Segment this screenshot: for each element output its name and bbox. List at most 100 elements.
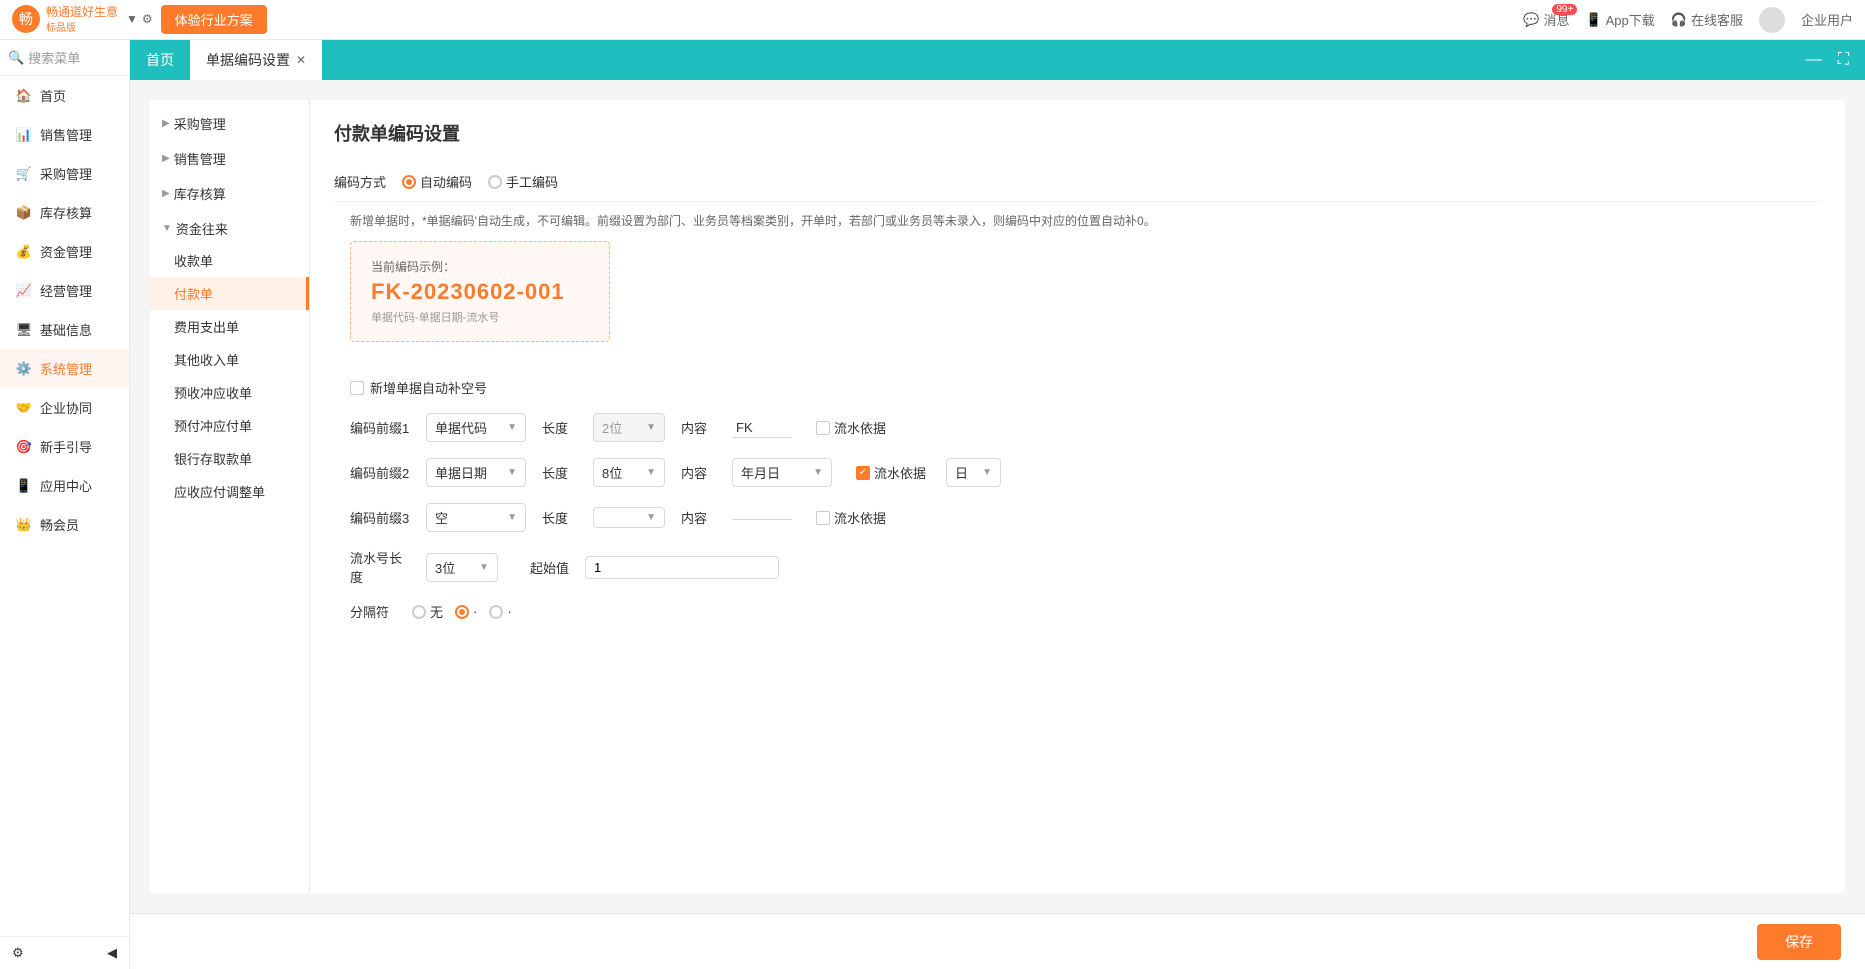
leaf-advance-payable[interactable]: 预付冲应付单	[150, 409, 309, 442]
sidebar-item-newbie[interactable]: 🎯 新手引导	[0, 427, 129, 466]
separator-options: 无 · ·	[412, 602, 512, 621]
tab-code-settings[interactable]: 单据编码设置 ✕	[190, 40, 322, 80]
manual-code-radio-circle	[488, 175, 502, 189]
group-capital-title[interactable]: ▼ 资金往来	[150, 213, 309, 244]
group-sales-title[interactable]: ▶ 销售管理	[150, 143, 309, 174]
collapse-icon[interactable]: ◀	[107, 945, 117, 961]
settings-bottom-icon[interactable]: ⚙	[12, 945, 24, 961]
prefix3-select-value: 空	[435, 508, 448, 527]
trial-button[interactable]: 体验行业方案	[161, 5, 267, 34]
nav-expand-button[interactable]: ⛶	[1834, 51, 1853, 69]
sidebar-item-label-basic: 基础信息	[40, 320, 92, 339]
second-sidebar: ▶ 采购管理 ▶ 销售管理 ▶ 库存核算	[150, 100, 310, 893]
group-purchase: ▶ 采购管理	[150, 108, 309, 139]
leaf-bank-deposit[interactable]: 银行存取款单	[150, 442, 309, 475]
leaf-expense[interactable]: 费用支出单	[150, 310, 309, 343]
sidebar-item-home[interactable]: 🏠 首页	[0, 76, 129, 115]
separator-dash-circle	[489, 605, 503, 619]
gear-icon[interactable]: ⚙	[142, 12, 153, 26]
sales-icon: 📊	[16, 127, 32, 143]
day-select[interactable]: 日 ▼	[946, 458, 1001, 487]
prefix2-length-label: 长度	[542, 463, 577, 482]
prefix3-select[interactable]: 空 ▼	[426, 503, 526, 532]
prefix1-serial-checkbox[interactable]: 流水依据	[816, 418, 886, 437]
sidebar-item-label-inventory: 库存核算	[40, 203, 92, 222]
right-area: 首页 单据编码设置 ✕ — ⛶ ▶ 采购管理	[130, 40, 1865, 969]
online-service-item[interactable]: 🎧 在线客服	[1671, 10, 1743, 29]
prefix3-serial-checkbox[interactable]: 流水依据	[816, 508, 886, 527]
topbar-dropdown[interactable]: ▼ ⚙	[126, 12, 153, 26]
leaf-adjust[interactable]: 应收应付调整单	[150, 475, 309, 508]
separator-dot[interactable]: ·	[455, 604, 477, 619]
auto-fill-checkbox[interactable]	[350, 381, 364, 395]
separator-dash-label: ·	[507, 604, 511, 619]
sidebar-item-finance[interactable]: 💰 资金管理	[0, 232, 129, 271]
group-purchase-title[interactable]: ▶ 采购管理	[150, 108, 309, 139]
logo-sub: 标品版	[46, 19, 118, 34]
group-purchase-label: 采购管理	[174, 114, 226, 133]
avatar[interactable]	[1759, 7, 1785, 33]
start-label: 起始值	[530, 558, 569, 577]
prefix3-content-value	[732, 515, 792, 520]
prefix3-length-select[interactable]: ▼	[593, 507, 665, 528]
group-capital-arrow: ▼	[162, 223, 172, 234]
manual-code-radio[interactable]: 手工编码	[488, 172, 558, 191]
sidebar-item-basic[interactable]: 🖥 基础信息	[0, 310, 129, 349]
prefix2-length-select[interactable]: 8位 ▼	[593, 458, 665, 487]
sidebar-item-sales[interactable]: 📊 销售管理	[0, 115, 129, 154]
tab-close-icon[interactable]: ✕	[296, 53, 306, 67]
sidebar-item-system[interactable]: ⚙️ 系统管理	[0, 349, 129, 388]
group-inventory-title[interactable]: ▶ 库存核算	[150, 178, 309, 209]
prefix2-label: 编码前缀2	[350, 463, 410, 482]
nav-minimize-button[interactable]: —	[1802, 51, 1826, 69]
separator-none[interactable]: 无	[412, 602, 443, 621]
sidebar: 🔍 搜索菜单 🏠 首页 📊 销售管理 🛒 采购管理 📦 库存核算 💰 资金管理 …	[0, 40, 130, 969]
message-item[interactable]: 💬 消息 99+	[1523, 10, 1569, 29]
sidebar-item-label-app: 应用中心	[40, 476, 92, 495]
separator-dash[interactable]: ·	[489, 604, 511, 619]
prefix2-select[interactable]: 单据日期 ▼	[426, 458, 526, 487]
leaf-payment[interactable]: 付款单	[150, 277, 309, 310]
auto-code-radio[interactable]: 自动编码	[402, 172, 472, 191]
sidebar-item-label-newbie: 新手引导	[40, 437, 92, 456]
sidebar-search-label: 搜索菜单	[28, 48, 80, 67]
day-select-arrow: ▼	[982, 467, 992, 478]
sidebar-item-enterprise[interactable]: 🤝 企业协同	[0, 388, 129, 427]
content-area: ▶ 采购管理 ▶ 销售管理 ▶ 库存核算	[130, 80, 1865, 913]
sidebar-item-label-enterprise: 企业协同	[40, 398, 92, 417]
sidebar-item-label-purchase: 采购管理	[40, 164, 92, 183]
sidebar-search[interactable]: 🔍 搜索菜单	[0, 40, 129, 76]
leaf-receipt[interactable]: 收款单	[150, 244, 309, 277]
prefix2-content-select[interactable]: 年月日 ▼	[732, 458, 832, 487]
serial-length-select[interactable]: 3位 ▼	[426, 553, 498, 582]
prefix2-serial-checkbox[interactable]: 流水依据	[856, 463, 926, 482]
system-icon: ⚙️	[16, 361, 32, 377]
prefix1-length-select: 2位 ▼	[593, 413, 665, 442]
main-panel: 付款单编码设置 编码方式 自动编码 手工编码	[310, 100, 1845, 893]
start-value-input[interactable]	[585, 556, 779, 579]
leaf-other-income[interactable]: 其他收入单	[150, 343, 309, 376]
sidebar-item-membership[interactable]: 👑 畅会员	[0, 505, 129, 544]
app-download-item[interactable]: 📱 App下载	[1585, 10, 1654, 29]
prefix1-select[interactable]: 单据代码 ▼	[426, 413, 526, 442]
sidebar-item-app[interactable]: 📱 应用中心	[0, 466, 129, 505]
sidebar-item-inventory[interactable]: 📦 库存核算	[0, 193, 129, 232]
sidebar-item-label-home: 首页	[40, 86, 66, 105]
sidebar-item-purchase[interactable]: 🛒 采购管理	[0, 154, 129, 193]
newbie-icon: 🎯	[16, 439, 32, 455]
group-sales: ▶ 销售管理	[150, 143, 309, 174]
prefix1-serial-checkbox-box	[816, 421, 830, 435]
sidebar-item-operations[interactable]: 📈 经营管理	[0, 271, 129, 310]
prefix2-content-arrow: ▼	[813, 467, 823, 478]
encoding-method-row: 编码方式 自动编码 手工编码	[334, 172, 1821, 191]
tab-home[interactable]: 首页	[130, 40, 190, 80]
content-wrapper: ▶ 采购管理 ▶ 销售管理 ▶ 库存核算	[150, 100, 1845, 893]
group-purchase-arrow: ▶	[162, 118, 170, 129]
save-button[interactable]: 保存	[1757, 924, 1841, 960]
prefix2-serial-checkbox-box	[856, 466, 870, 480]
code-example-wrapper: 当前编码示例： FK-20230602-001 单据代码-单据日期-流水号	[334, 241, 1821, 370]
operations-icon: 📈	[16, 283, 32, 299]
encoding-method-label: 编码方式	[334, 172, 386, 191]
leaf-advance-receivable[interactable]: 预收冲应收单	[150, 376, 309, 409]
group-inventory-arrow: ▶	[162, 188, 170, 199]
